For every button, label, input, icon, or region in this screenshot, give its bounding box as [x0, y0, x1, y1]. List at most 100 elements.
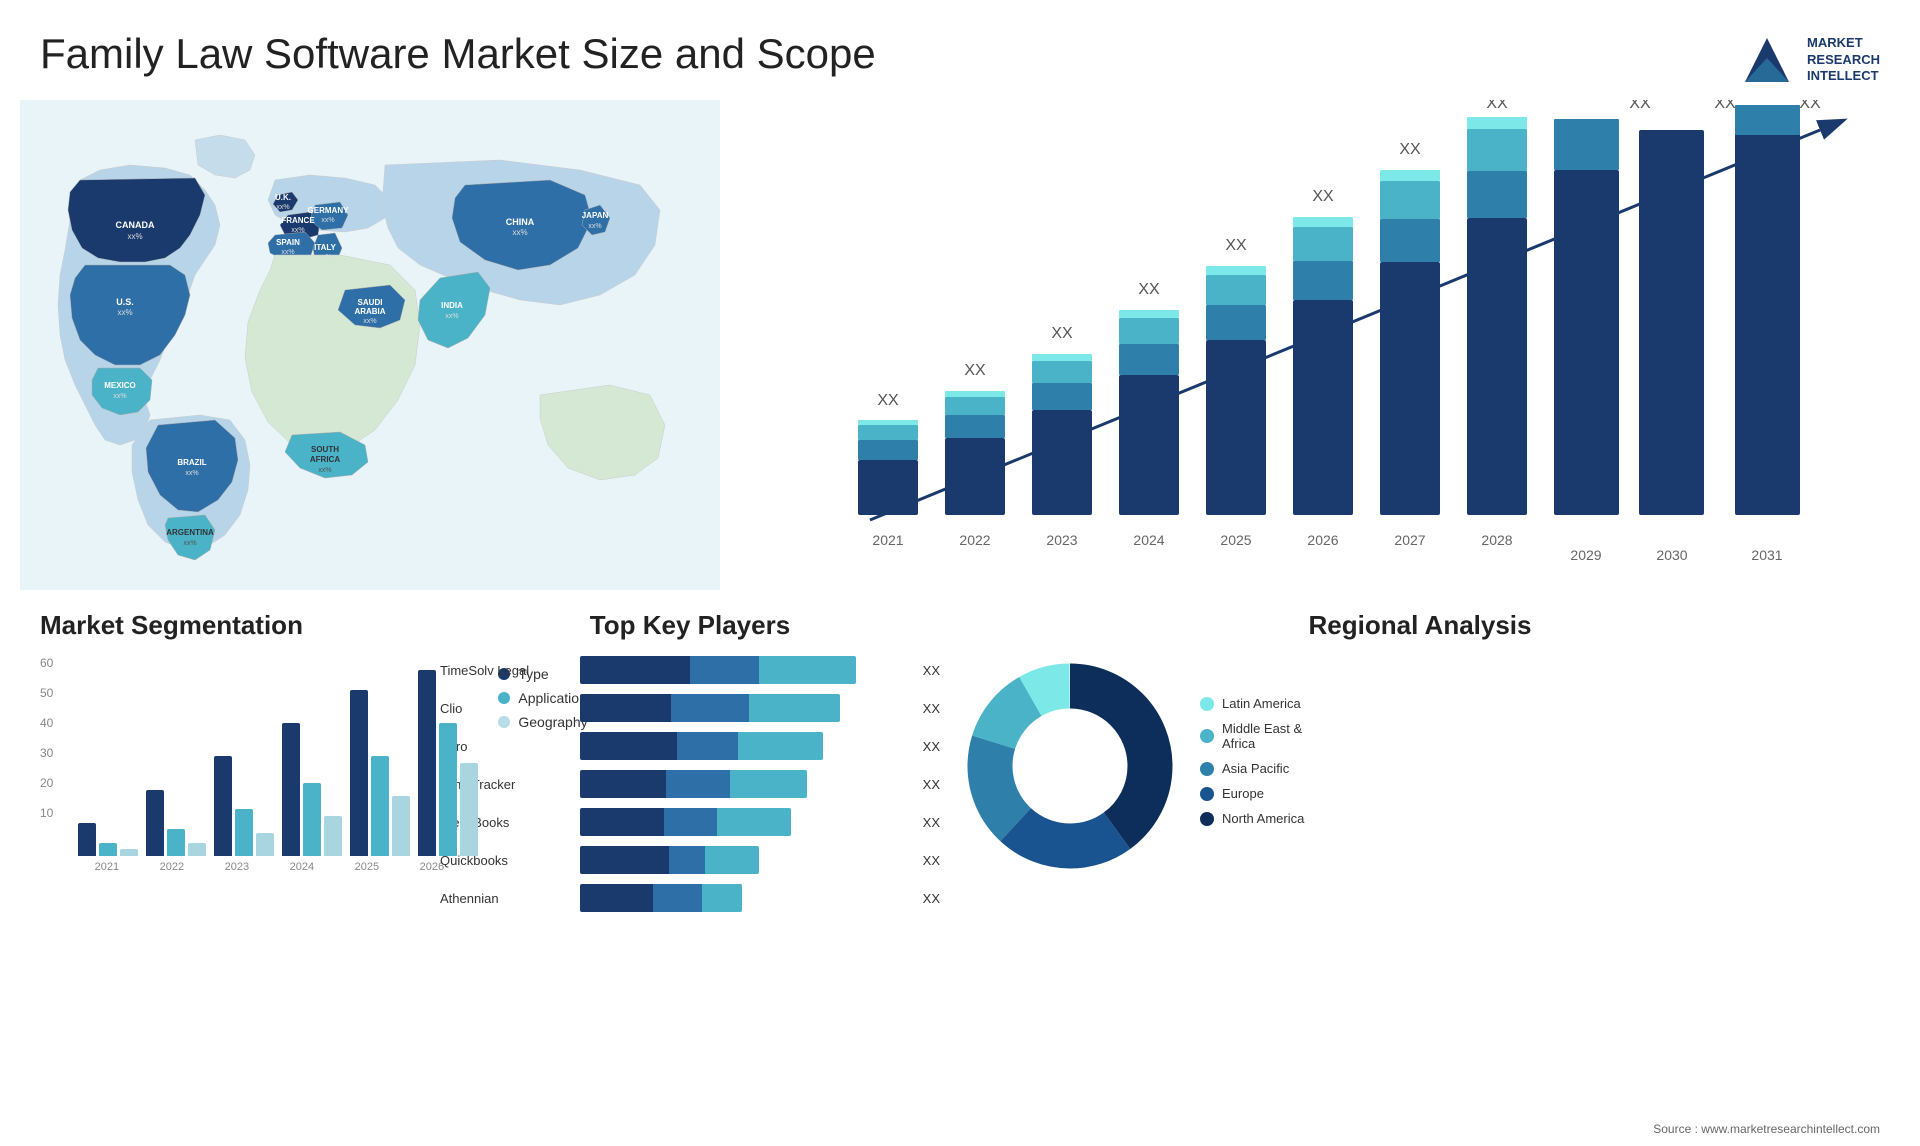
bar-group-2023	[214, 756, 274, 856]
svg-text:xx%: xx%	[281, 249, 294, 256]
mea-dot	[1200, 729, 1214, 743]
svg-text:XX: XX	[877, 392, 899, 409]
app-bar	[303, 783, 321, 856]
svg-text:xx%: xx%	[318, 254, 331, 261]
regional-section: Regional Analysis Latin America	[960, 610, 1880, 922]
regional-legend: Latin America Middle East &Africa Asia P…	[1200, 696, 1304, 836]
app-bar	[99, 843, 117, 856]
svg-text:2027: 2027	[1394, 532, 1425, 548]
svg-text:2024: 2024	[1133, 532, 1164, 548]
legend-europe: Europe	[1200, 786, 1304, 801]
svg-text:XX: XX	[1629, 100, 1651, 112]
svg-text:GERMANY: GERMANY	[308, 206, 350, 215]
svg-text:ITALY: ITALY	[314, 243, 336, 252]
top-section: CANADA xx% U.S. xx% MEXICO xx% BRAZIL xx…	[0, 100, 1920, 600]
legend-latin-america: Latin America	[1200, 696, 1304, 711]
svg-text:FRANCE: FRANCE	[281, 216, 315, 225]
player-bar-wrap	[580, 732, 905, 760]
y-axis: 60 50 40 30 20 10	[40, 656, 53, 856]
svg-text:XX: XX	[1799, 100, 1821, 112]
svg-text:SPAIN: SPAIN	[276, 238, 300, 247]
latin-america-label: Latin America	[1222, 696, 1301, 711]
svg-text:ARGENTINA: ARGENTINA	[166, 528, 214, 537]
svg-text:2025: 2025	[1220, 532, 1251, 548]
geo-bar	[120, 849, 138, 856]
player-value: XX	[923, 739, 940, 754]
player-value: XX	[923, 853, 940, 868]
bar-group-2022	[146, 790, 206, 856]
player-quickbooks: Quickbooks XX	[440, 846, 940, 874]
segmentation-title: Market Segmentation	[40, 610, 420, 641]
svg-text:XX: XX	[1714, 100, 1736, 112]
player-value: XX	[923, 815, 940, 830]
bar-group-2025	[350, 690, 410, 856]
svg-text:xx%: xx%	[127, 232, 142, 241]
page-header: Family Law Software Market Size and Scop…	[0, 0, 1920, 100]
europe-dot	[1200, 787, 1214, 801]
svg-text:XX: XX	[1225, 237, 1247, 254]
svg-text:2030: 2030	[1656, 547, 1687, 563]
geo-bar	[256, 833, 274, 856]
players-section: Top Key Players TimeSolv Legal XX Clio	[440, 610, 940, 922]
bottom-section: Market Segmentation 60 50 40 30 20 10	[0, 600, 1920, 932]
svg-text:xx%: xx%	[113, 393, 126, 400]
legend-asia-pacific: Asia Pacific	[1200, 761, 1304, 776]
source-text: Source : www.marketresearchintellect.com	[1653, 1122, 1880, 1136]
svg-text:XX: XX	[1312, 188, 1334, 205]
player-value: XX	[923, 663, 940, 678]
growth-chart-svg: XX 2021 XX 2022 XX 2023 XX 2024	[740, 100, 1900, 590]
svg-text:xx%: xx%	[117, 308, 132, 317]
svg-text:MEXICO: MEXICO	[104, 381, 136, 390]
svg-text:2021: 2021	[872, 532, 903, 548]
legend-middle-east-africa: Middle East &Africa	[1200, 721, 1304, 751]
logo-text: MARKET RESEARCH INTELLECT	[1807, 35, 1880, 86]
player-timetracker: Time Tracker XX	[440, 770, 940, 798]
geo-bar	[460, 763, 478, 856]
x-axis-labels: 2021 2022 2023 2024 2025 2026	[78, 861, 478, 873]
bar-group-2024	[282, 723, 342, 856]
north-america-dot	[1200, 812, 1214, 826]
map-svg: CANADA xx% U.S. xx% MEXICO xx% BRAZIL xx…	[20, 100, 720, 590]
svg-text:CANADA: CANADA	[116, 220, 155, 230]
north-america-label: North America	[1222, 811, 1304, 826]
bar-group-2021	[78, 823, 138, 856]
svg-text:2028: 2028	[1481, 532, 1512, 548]
type-bar	[214, 756, 232, 856]
svg-text:xx%: xx%	[291, 227, 304, 234]
svg-text:ARABIA: ARABIA	[354, 307, 385, 316]
type-bar	[78, 823, 96, 856]
player-value: XX	[923, 891, 940, 906]
svg-text:xx%: xx%	[512, 228, 527, 237]
player-bar-wrap	[580, 808, 905, 836]
player-value: XX	[923, 701, 940, 716]
svg-text:SAUDI: SAUDI	[358, 298, 383, 307]
svg-text:xx%: xx%	[185, 470, 198, 477]
player-timesolv: TimeSolv Legal XX	[440, 656, 940, 684]
svg-text:SOUTH: SOUTH	[311, 445, 339, 454]
svg-text:2022: 2022	[959, 532, 990, 548]
svg-text:xx%: xx%	[183, 540, 196, 547]
apac-dot	[1200, 762, 1214, 776]
svg-text:INDIA: INDIA	[441, 301, 463, 310]
svg-text:xx%: xx%	[276, 204, 289, 211]
player-xero: Xero XX	[440, 732, 940, 760]
svg-text:2029: 2029	[1570, 547, 1601, 563]
svg-text:XX: XX	[1399, 141, 1421, 158]
player-bar-wrap	[580, 694, 905, 722]
type-bar	[146, 790, 164, 856]
legend-north-america: North America	[1200, 811, 1304, 826]
logo: MARKET RESEARCH INTELLECT	[1737, 30, 1880, 90]
app-bar	[439, 723, 457, 856]
segmentation-bar-chart	[78, 656, 478, 856]
player-bar-wrap	[580, 656, 905, 684]
players-title: Top Key Players	[440, 610, 940, 641]
svg-text:xx%: xx%	[321, 217, 334, 224]
svg-text:2023: 2023	[1046, 532, 1077, 548]
latin-america-dot	[1200, 697, 1214, 711]
svg-text:AFRICA: AFRICA	[310, 455, 340, 464]
growth-chart-section: XX 2021 XX 2022 XX 2023 XX 2024	[720, 100, 1900, 590]
geo-bar	[188, 843, 206, 856]
donut-container: Latin America Middle East &Africa Asia P…	[960, 656, 1880, 876]
mea-label: Middle East &Africa	[1222, 721, 1302, 751]
player-name: Athennian	[440, 891, 570, 906]
